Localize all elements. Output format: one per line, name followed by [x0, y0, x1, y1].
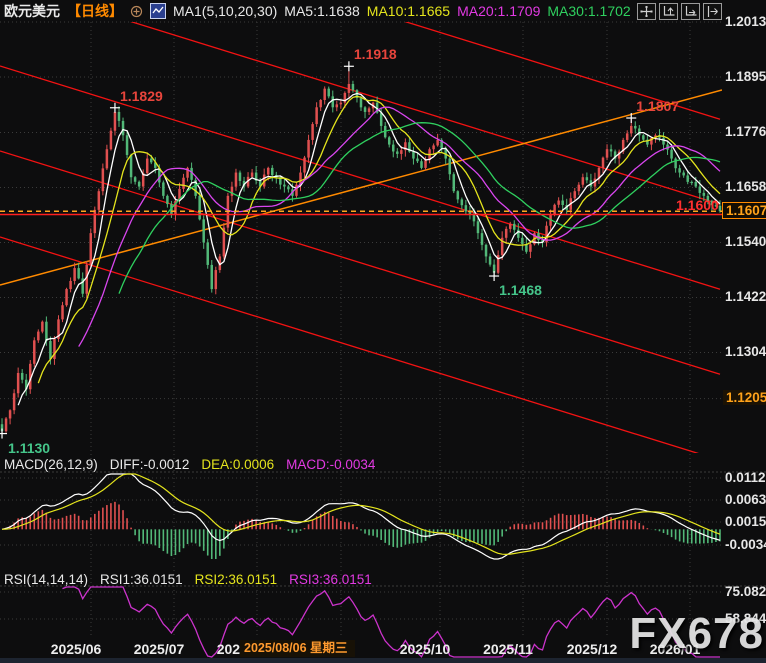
macd-panel-header: MACD(26,12,9) DIFF:-0.0012 DEA:0.0006 MA…: [4, 457, 375, 472]
rsi1-value: RSI1:36.0151: [100, 572, 183, 587]
current-price-badge: 1.1607: [722, 202, 766, 220]
rsi3-value: RSI3:36.0151: [289, 572, 372, 587]
date-tooltip: 2025/08/06 星期三: [240, 640, 355, 657]
extreme-price-label: 1.1468: [499, 282, 542, 299]
y-axis-tick: 1.1776: [725, 124, 766, 140]
rsi-axis-tick: 75.0829: [725, 584, 766, 599]
extreme-price-label: 1.1807: [636, 98, 680, 114]
extreme-price-label: 1.1829: [119, 87, 163, 104]
rsi-axis-tick: 58.8444: [725, 611, 766, 626]
y-axis-tick: 1.1895: [725, 68, 766, 84]
macd-axis-tick: 0.0112: [725, 470, 766, 485]
add-indicator-icon[interactable]: [130, 5, 143, 18]
macd-params: MACD(26,12,9): [4, 457, 98, 472]
y-axis-tick: 1.1422: [725, 289, 766, 305]
macd-macd-value: MACD:-0.0034: [286, 457, 376, 472]
y-axis-tick: 1.1540: [725, 234, 766, 250]
timeframe-label[interactable]: 【日线】: [67, 1, 123, 21]
symbol-name: 欧元美元: [4, 3, 60, 19]
auto-fit-x-axis-icon[interactable]: [681, 3, 700, 20]
time-axis-label: 2025/07: [133, 641, 185, 657]
jump-to-latest-icon[interactable]: [703, 3, 722, 20]
rsi2-value: RSI2:36.0151: [194, 572, 278, 587]
macd-diff-value: DIFF:-0.0012: [109, 457, 190, 472]
y-axis-tick: 1.1658: [725, 179, 766, 195]
rsi-panel-header: RSI(14,14,14) RSI1:36.0151 RSI2:36.0151 …: [4, 572, 372, 587]
alert-level-badge: 1.1205: [723, 389, 766, 405]
ma-group-label: MA1(5,10,20,30): [173, 3, 278, 19]
ma30-value: MA30:1.1702: [547, 3, 631, 19]
macd-axis-tick: 0.0015: [725, 514, 766, 529]
time-axis-label: 2026/01: [649, 641, 701, 657]
level-line-label: 1.1600: [676, 197, 719, 214]
time-axis-label: 2025/10: [399, 641, 451, 657]
auto-fit-y-axis-icon[interactable]: [659, 3, 678, 20]
trading-chart-screen: 欧元美元 【日线】 MA1(5,10,20,30) MA5:1.1638 MA1…: [0, 0, 766, 663]
extreme-price-label: 1.1918: [353, 46, 397, 63]
ma-indicator-icon[interactable]: [150, 3, 166, 19]
chart-toolbar: [637, 3, 722, 20]
time-axis-label: 2025/12: [566, 641, 618, 657]
pan-tool-icon[interactable]: [637, 3, 656, 20]
y-axis-tick: 1.1304: [725, 344, 766, 360]
extreme-price-label: 1.1130: [8, 439, 51, 456]
macd-dea-value: DEA:0.0006: [201, 457, 275, 472]
rsi-params: RSI(14,14,14): [4, 572, 89, 587]
macd-axis-tick: -0.0034: [725, 537, 766, 552]
ma10-value: MA10:1.1665: [366, 3, 451, 19]
ma5-value: MA5:1.1638: [284, 3, 360, 19]
time-axis-label: 2025/06: [50, 641, 102, 657]
time-axis-label: 2025/11: [483, 641, 533, 657]
ma20-value: MA20:1.1709: [457, 3, 541, 19]
macd-axis-tick: 0.0063: [725, 492, 766, 507]
bottom-scroll-strip[interactable]: [0, 658, 766, 663]
